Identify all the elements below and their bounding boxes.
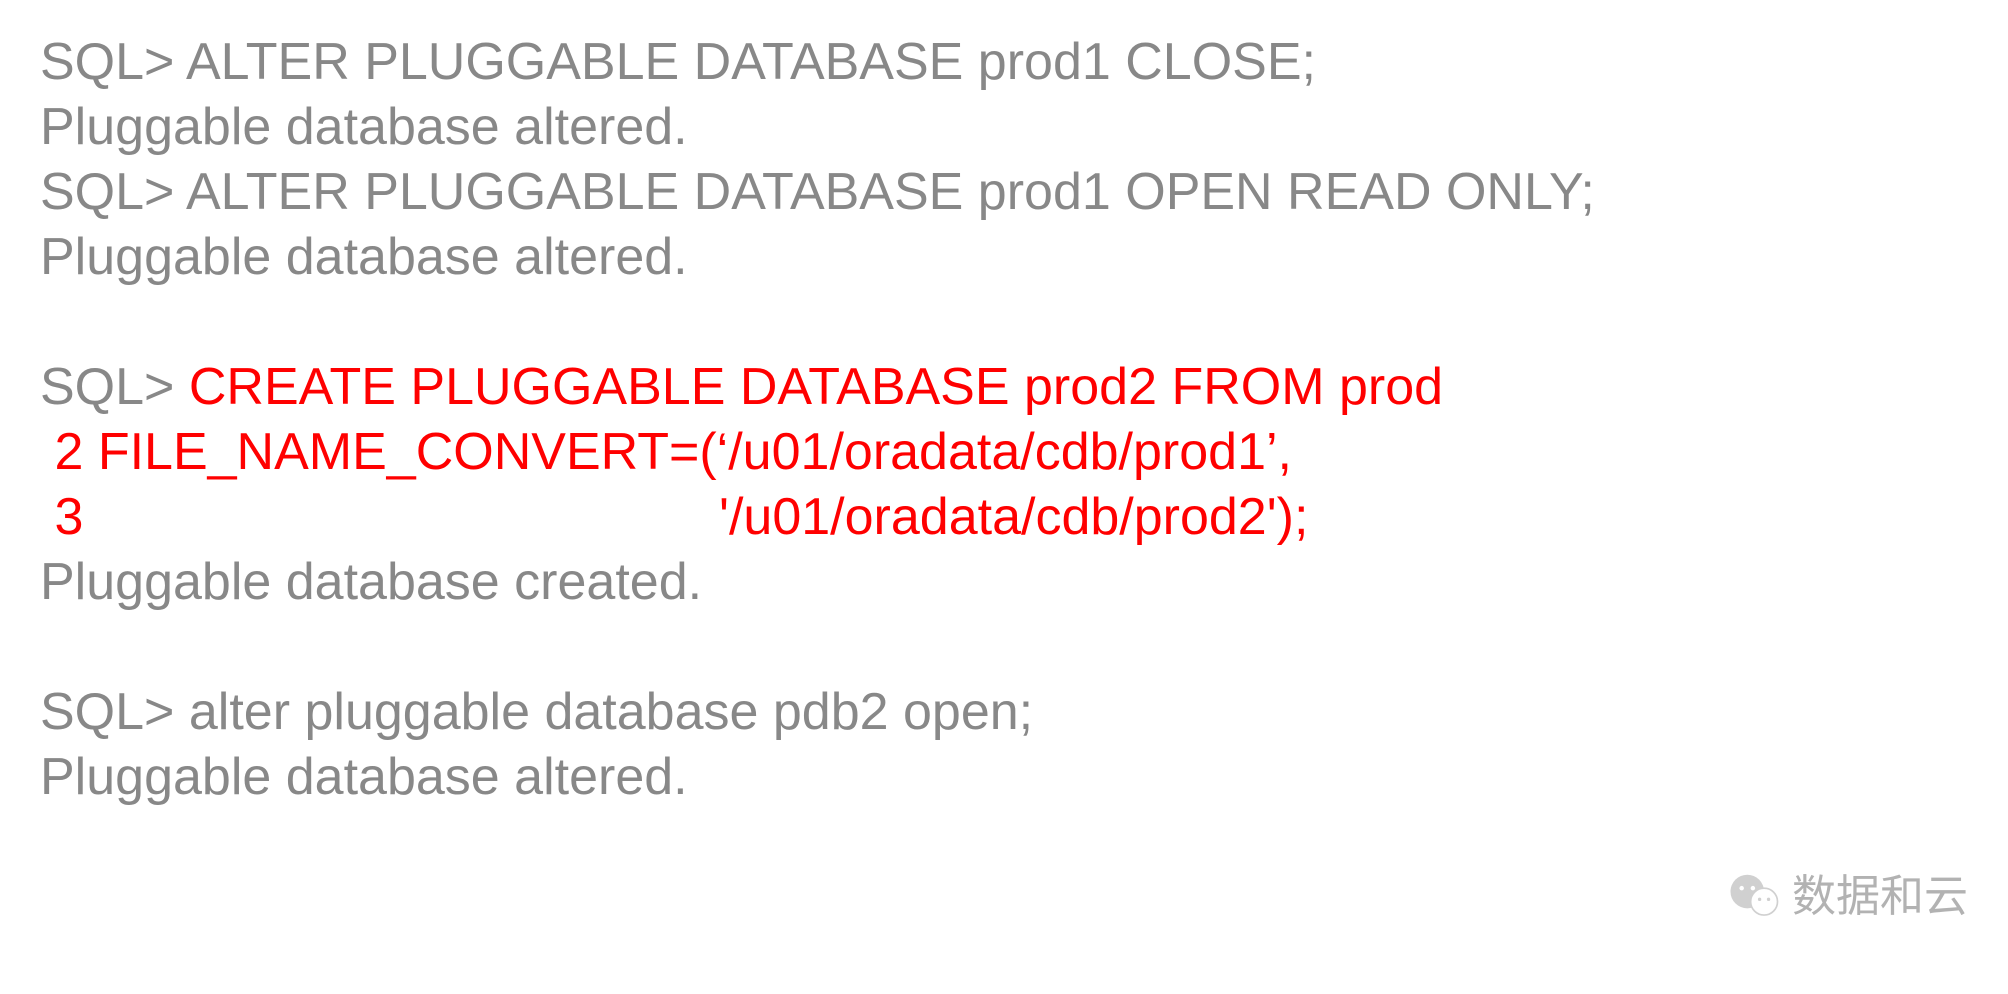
code-line: Pluggable database created. (40, 550, 1968, 615)
code-line: SQL> ALTER PLUGGABLE DATABASE prod1 OPEN… (40, 160, 1968, 225)
code-line: SQL> CREATE PLUGGABLE DATABASE prod2 FRO… (40, 355, 1968, 420)
code-line: Pluggable database altered. (40, 95, 1968, 160)
code-line: 3 '/u01/oradata/cdb/prod2'); (40, 485, 1968, 550)
sql-output-block: SQL> ALTER PLUGGABLE DATABASE prod1 CLOS… (40, 30, 1968, 810)
code-line: 2 FILE_NAME_CONVERT=(‘/u01/oradata/cdb/p… (40, 420, 1968, 485)
code-line: SQL> ALTER PLUGGABLE DATABASE prod1 CLOS… (40, 30, 1968, 95)
wechat-icon (1726, 868, 1782, 924)
watermark-text: 数据和云 (1792, 869, 1968, 924)
code-line: SQL> alter pluggable database pdb2 open; (40, 680, 1968, 745)
watermark: 数据和云 (1726, 868, 1968, 924)
code-line: Pluggable database altered. (40, 225, 1968, 290)
code-line: Pluggable database altered. (40, 745, 1968, 810)
